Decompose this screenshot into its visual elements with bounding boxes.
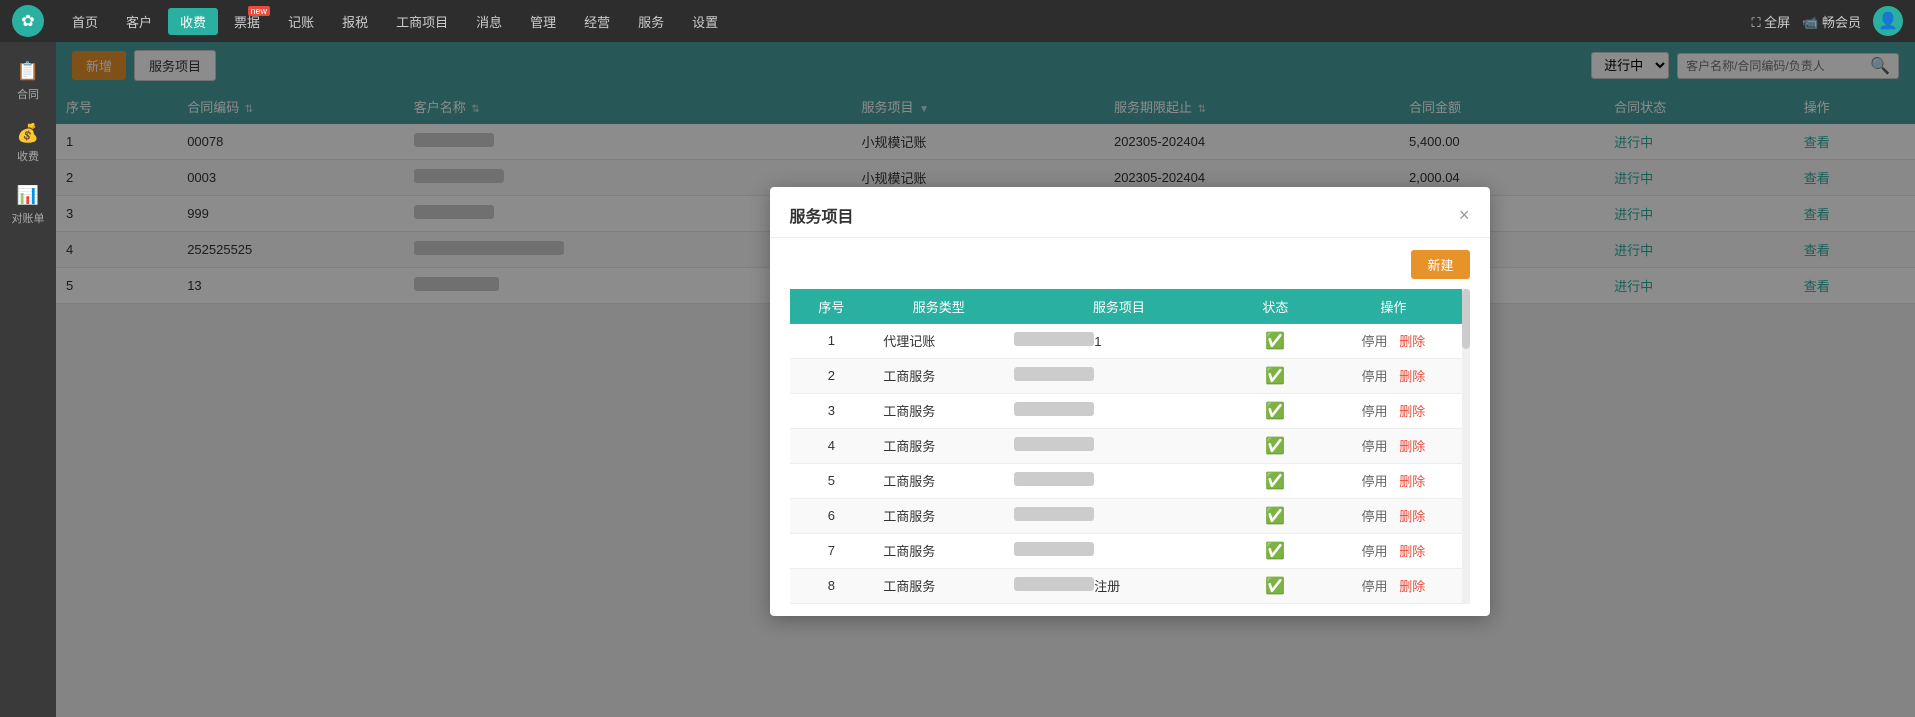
top-nav-right: ⛶ 全屏 📹 畅会员 👤: [1751, 6, 1903, 36]
disable-action[interactable]: 停用: [1362, 579, 1388, 594]
modal-col-type: 服务类型: [873, 288, 1004, 323]
scrollbar-track: [1462, 288, 1470, 603]
top-navigation: ✿ 首页 客户 收费 票据 new 记账 报税 工商项目 消息 管理 经营 服务…: [0, 0, 1915, 42]
nav-piao[interactable]: 票据 new: [222, 8, 272, 35]
modal-table-row: 7 工商服务 ✅ 停用 删除: [790, 533, 1470, 568]
modal-col-seq: 序号: [790, 288, 874, 323]
modal-col-status: 状态: [1234, 288, 1318, 323]
delete-action[interactable]: 删除: [1399, 509, 1425, 524]
sidebar: 📋 合同 💰 收费 📊 对账单: [0, 42, 56, 717]
user-avatar[interactable]: 👤: [1873, 6, 1903, 36]
service-item-modal: 服务项目 × 新建 序号 服务类型 服务项目 状态: [770, 186, 1490, 615]
status-check-icon: ✅: [1265, 507, 1285, 524]
nav-fuwu[interactable]: 服务: [626, 8, 676, 35]
modal-close-button[interactable]: ×: [1459, 205, 1470, 223]
status-check-icon: ✅: [1265, 402, 1285, 419]
modal-table-row: 1 代理记账 1 ✅ 停用 删除: [790, 323, 1470, 358]
fullscreen-icon[interactable]: ⛶ 全屏: [1751, 12, 1790, 31]
sidebar-item-hetong[interactable]: 📋 合同: [0, 52, 56, 110]
nav-xiaoxi[interactable]: 消息: [464, 8, 514, 35]
nav-shoufei[interactable]: 收费: [168, 8, 218, 35]
delete-action[interactable]: 删除: [1399, 334, 1425, 349]
modal-table-row: 6 工商服务 ✅ 停用 删除: [790, 498, 1470, 533]
nav-baoshui[interactable]: 报税: [330, 8, 380, 35]
sidebar-item-duizhangdan[interactable]: 📊 对账单: [0, 176, 56, 234]
modal-col-action: 操作: [1317, 288, 1469, 323]
disable-action[interactable]: 停用: [1362, 474, 1388, 489]
nav-customer[interactable]: 客户: [114, 8, 164, 35]
scrollbar-thumb[interactable]: [1462, 288, 1470, 348]
sidebar-item-shoufei[interactable]: 💰 收费: [0, 114, 56, 172]
nav-gongshang[interactable]: 工商项目: [384, 8, 460, 35]
statement-icon: 📊: [17, 184, 39, 206]
delete-action[interactable]: 删除: [1399, 544, 1425, 559]
nav-shezhi[interactable]: 设置: [680, 8, 730, 35]
status-check-icon: ✅: [1265, 367, 1285, 384]
disable-action[interactable]: 停用: [1362, 369, 1388, 384]
modal-table-row: 3 工商服务 ✅ 停用 删除: [790, 393, 1470, 428]
modal-body: 新建 序号 服务类型 服务项目 状态 操作: [770, 237, 1490, 615]
delete-action[interactable]: 删除: [1399, 579, 1425, 594]
nav-items: 首页 客户 收费 票据 new 记账 报税 工商项目 消息 管理 经营 服务 设…: [60, 8, 1751, 35]
fee-icon: 💰: [17, 122, 39, 144]
member-icon[interactable]: 📹 畅会员: [1802, 12, 1861, 31]
main-layout: 📋 合同 💰 收费 📊 对账单 新增 服务项目 进行中 全部 已完成 已终止: [0, 42, 1915, 717]
status-check-icon: ✅: [1265, 332, 1285, 349]
delete-action[interactable]: 删除: [1399, 369, 1425, 384]
disable-action[interactable]: 停用: [1362, 509, 1388, 524]
status-check-icon: ✅: [1265, 472, 1285, 489]
modal-scroll-area: 序号 服务类型 服务项目 状态 操作 1 代理记账 1: [790, 288, 1470, 603]
modal-new-button[interactable]: 新建: [1411, 249, 1469, 278]
badge-new: new: [248, 6, 271, 16]
modal-col-item: 服务项目: [1004, 288, 1233, 323]
app-logo[interactable]: ✿: [12, 5, 44, 37]
modal-table-row: 4 工商服务 ✅ 停用 删除: [790, 428, 1470, 463]
status-check-icon: ✅: [1265, 542, 1285, 559]
modal-table-row: 8 工商服务 注册 ✅ 停用 删除: [790, 568, 1470, 603]
contract-icon: 📋: [17, 60, 39, 82]
status-check-icon: ✅: [1265, 437, 1285, 454]
disable-action[interactable]: 停用: [1362, 334, 1388, 349]
disable-action[interactable]: 停用: [1362, 544, 1388, 559]
service-items-table: 序号 服务类型 服务项目 状态 操作 1 代理记账 1: [790, 288, 1470, 603]
modal-table-row: 2 工商服务 ✅ 停用 删除: [790, 358, 1470, 393]
content-area: 新增 服务项目 进行中 全部 已完成 已终止 🔍 序号 合同编码 ⇅ 客户名称 …: [56, 42, 1915, 717]
modal-toolbar: 新建: [790, 249, 1470, 278]
status-check-icon: ✅: [1265, 577, 1285, 594]
disable-action[interactable]: 停用: [1362, 439, 1388, 454]
modal-table-row: 5 工商服务 ✅ 停用 删除: [790, 463, 1470, 498]
delete-action[interactable]: 删除: [1399, 439, 1425, 454]
delete-action[interactable]: 删除: [1399, 404, 1425, 419]
nav-guanli[interactable]: 管理: [518, 8, 568, 35]
disable-action[interactable]: 停用: [1362, 404, 1388, 419]
nav-jizhang[interactable]: 记账: [276, 8, 326, 35]
delete-action[interactable]: 删除: [1399, 474, 1425, 489]
nav-jingying[interactable]: 经营: [572, 8, 622, 35]
modal-header: 服务项目 ×: [770, 186, 1490, 237]
modal-title: 服务项目: [790, 202, 854, 226]
nav-home[interactable]: 首页: [60, 8, 110, 35]
